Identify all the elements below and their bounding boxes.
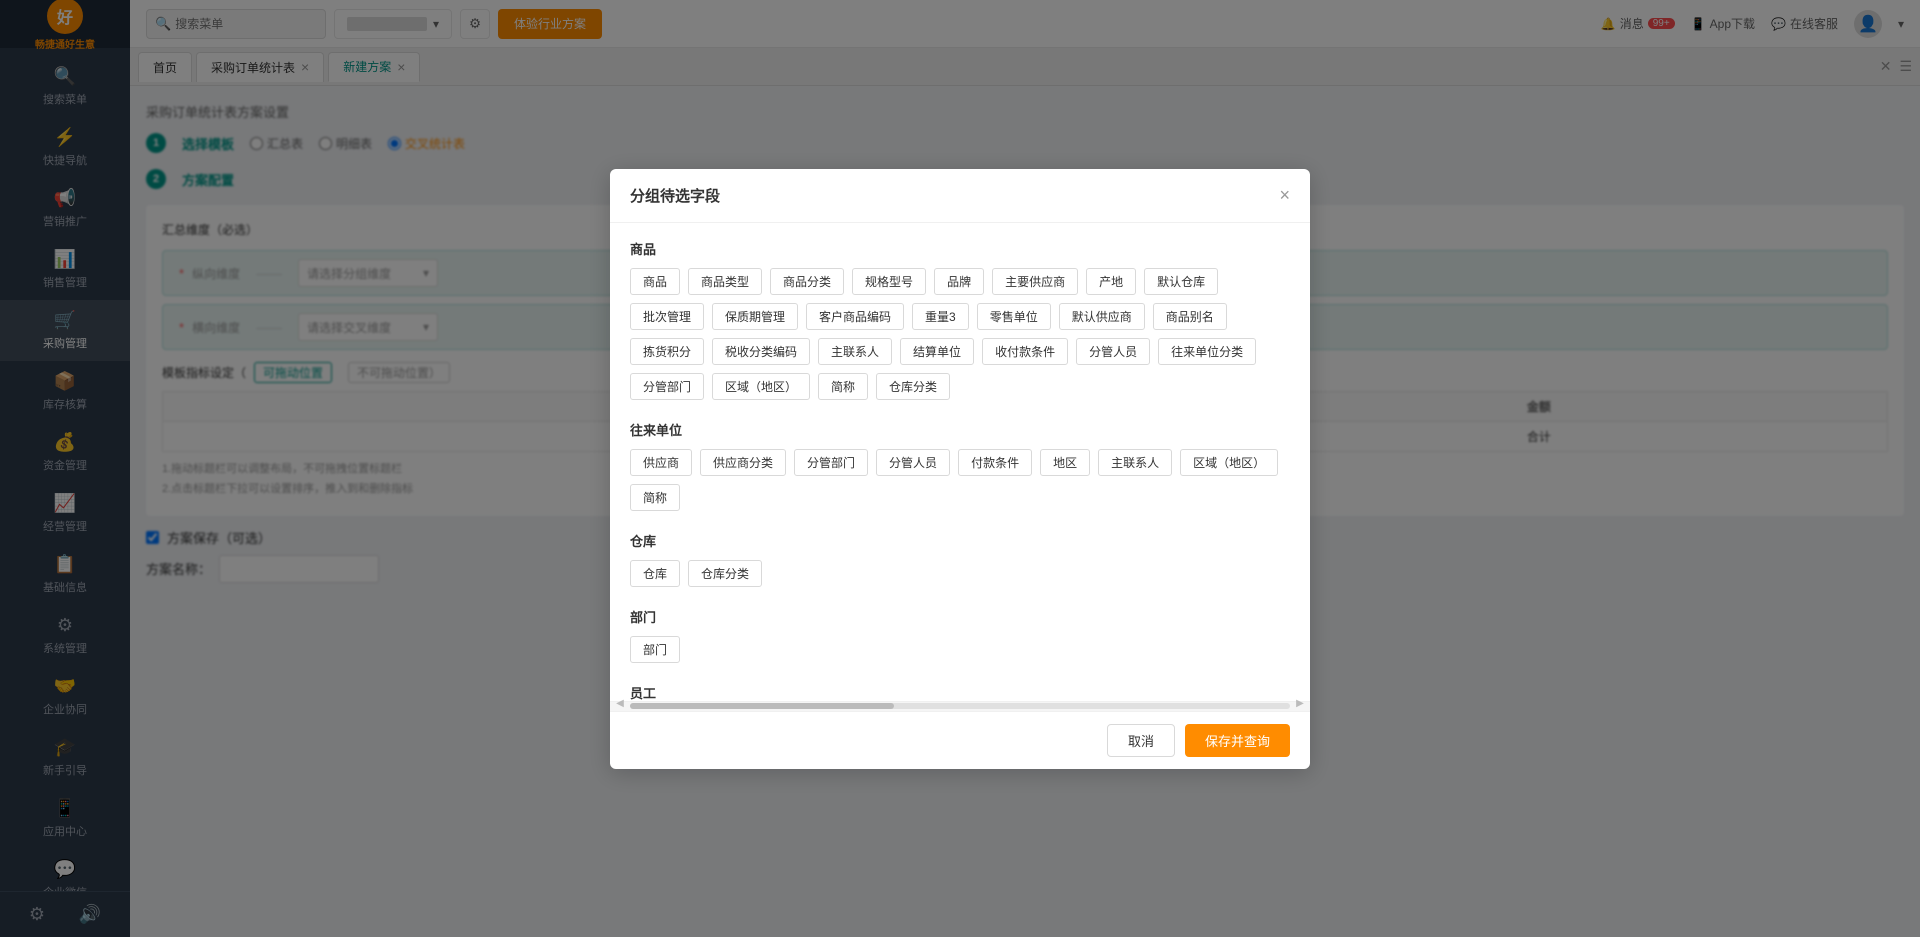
hscroll-right-btn[interactable]: ▶	[1290, 699, 1310, 709]
tag-origin[interactable]: 产地	[1086, 268, 1136, 295]
tag-supplier-category[interactable]: 供应商分类	[700, 449, 786, 476]
section-department-title: 部门	[630, 607, 1290, 626]
tag-warehouse-cat[interactable]: 仓库分类	[876, 373, 950, 400]
tag-shelf-life[interactable]: 保质期管理	[712, 303, 798, 330]
section-department: 部门 部门	[630, 607, 1290, 663]
tag-default-warehouse[interactable]: 默认仓库	[1144, 268, 1218, 295]
tag-batch-mgmt[interactable]: 批次管理	[630, 303, 704, 330]
section-employee-title: 员工	[630, 683, 1290, 701]
modal-overlay: 分组待选字段 × 商品 商品 商品类型 商品分类 规格型号 品牌 主要供应商 产…	[0, 0, 1920, 937]
tag-weight3[interactable]: 重量3	[912, 303, 969, 330]
tag-main-supplier[interactable]: 主要供应商	[992, 268, 1078, 295]
modal-footer: 取消 保存并查询	[610, 711, 1310, 769]
modal-body[interactable]: 商品 商品 商品类型 商品分类 规格型号 品牌 主要供应商 产地 默认仓库 批次…	[610, 223, 1310, 701]
tag-settlement-unit[interactable]: 结算单位	[900, 338, 974, 365]
tag-payment-terms[interactable]: 收付款条件	[982, 338, 1068, 365]
tag-main-contact-partner[interactable]: 主联系人	[1098, 449, 1172, 476]
modal-title: 分组待选字段	[630, 185, 720, 206]
tag-biz-unit-category[interactable]: 往来单位分类	[1158, 338, 1256, 365]
section-partner-title: 往来单位	[630, 420, 1290, 439]
tag-goods[interactable]: 商品	[630, 268, 680, 295]
section-employee: 员工 业务员	[630, 683, 1290, 701]
tag-spec-model[interactable]: 规格型号	[852, 268, 926, 295]
tag-short-name[interactable]: 简称	[818, 373, 868, 400]
section-department-tags: 部门	[630, 636, 1290, 663]
tag-short-name-partner[interactable]: 简称	[630, 484, 680, 511]
modal-cancel-button[interactable]: 取消	[1107, 724, 1175, 757]
modal-close-button[interactable]: ×	[1279, 185, 1290, 206]
tag-customer-code[interactable]: 客户商品编码	[806, 303, 904, 330]
hscroll-track	[630, 703, 1290, 709]
section-warehouse: 仓库 仓库 仓库分类	[630, 531, 1290, 587]
tag-default-supplier[interactable]: 默认供应商	[1059, 303, 1145, 330]
tag-area[interactable]: 地区	[1040, 449, 1090, 476]
tag-payment-cond[interactable]: 付款条件	[958, 449, 1032, 476]
hscroll-left-btn[interactable]: ◀	[610, 699, 630, 709]
section-goods: 商品 商品 商品类型 商品分类 规格型号 品牌 主要供应商 产地 默认仓库 批次…	[630, 239, 1290, 400]
tag-region-partner[interactable]: 区域（地区）	[1180, 449, 1278, 476]
tag-main-contact[interactable]: 主联系人	[818, 338, 892, 365]
tag-goods-type[interactable]: 商品类型	[688, 268, 762, 295]
field-select-modal: 分组待选字段 × 商品 商品 商品类型 商品分类 规格型号 品牌 主要供应商 产…	[610, 169, 1310, 769]
section-goods-title: 商品	[630, 239, 1290, 258]
tag-warehouse-category[interactable]: 仓库分类	[688, 560, 762, 587]
modal-hscroll[interactable]: ◀ ▶	[610, 701, 1310, 711]
tag-brand[interactable]: 品牌	[934, 268, 984, 295]
tag-supervisor-partner[interactable]: 分管人员	[876, 449, 950, 476]
tag-region[interactable]: 区域（地区）	[712, 373, 810, 400]
tag-goods-alias[interactable]: 商品别名	[1153, 303, 1227, 330]
modal-header: 分组待选字段 ×	[610, 169, 1310, 223]
section-warehouse-tags: 仓库 仓库分类	[630, 560, 1290, 587]
tag-warehouse[interactable]: 仓库	[630, 560, 680, 587]
tag-pick-points[interactable]: 拣货积分	[630, 338, 704, 365]
hscroll-thumb	[630, 703, 894, 709]
tag-department[interactable]: 部门	[630, 636, 680, 663]
tag-dept-managed[interactable]: 分管部门	[630, 373, 704, 400]
section-goods-tags: 商品 商品类型 商品分类 规格型号 品牌 主要供应商 产地 默认仓库 批次管理 …	[630, 268, 1290, 400]
tag-supervisor[interactable]: 分管人员	[1076, 338, 1150, 365]
section-partner-tags: 供应商 供应商分类 分管部门 分管人员 付款条件 地区 主联系人 区域（地区） …	[630, 449, 1290, 511]
tag-supplier[interactable]: 供应商	[630, 449, 692, 476]
tag-goods-category[interactable]: 商品分类	[770, 268, 844, 295]
section-partner: 往来单位 供应商 供应商分类 分管部门 分管人员 付款条件 地区 主联系人 区域…	[630, 420, 1290, 511]
modal-save-button[interactable]: 保存并查询	[1185, 724, 1290, 757]
tag-tax-code[interactable]: 税收分类编码	[712, 338, 810, 365]
tag-retail-unit[interactable]: 零售单位	[977, 303, 1051, 330]
tag-dept-partner[interactable]: 分管部门	[794, 449, 868, 476]
section-warehouse-title: 仓库	[630, 531, 1290, 550]
